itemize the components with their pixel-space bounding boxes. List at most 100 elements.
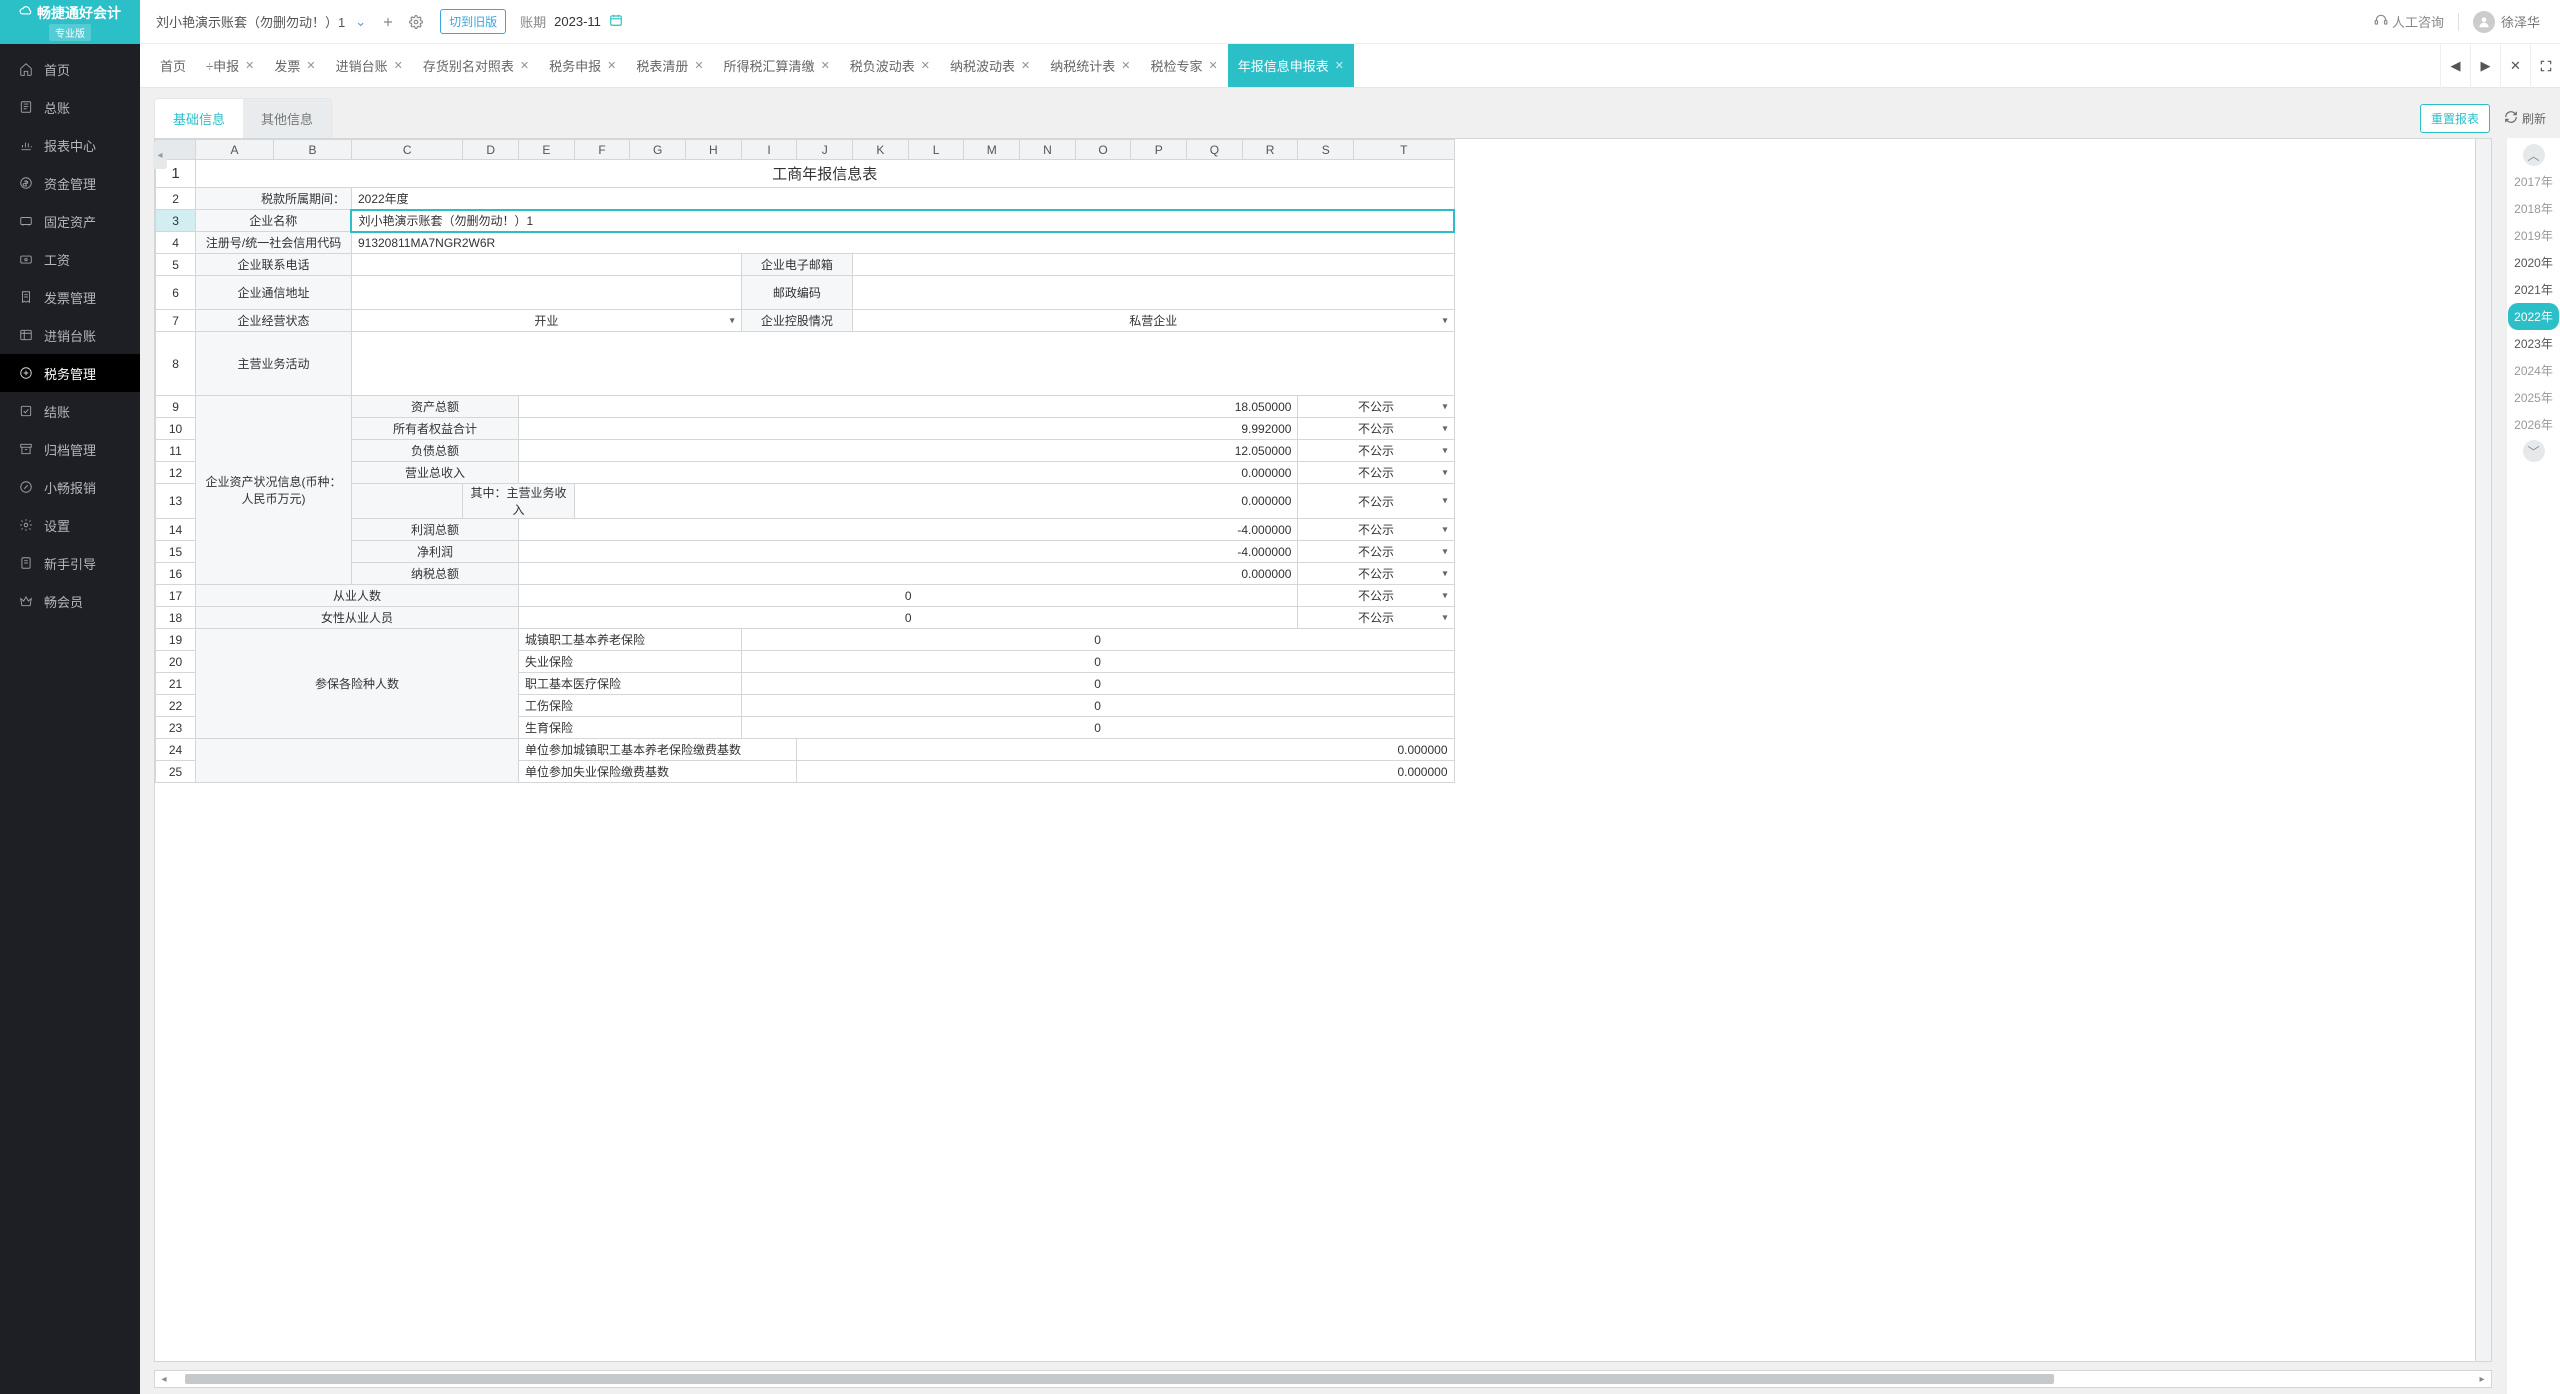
cell-value[interactable] — [351, 332, 1454, 396]
year-up-button[interactable]: ︿ — [2523, 144, 2545, 166]
dropdown-cell[interactable]: 不公示 — [1298, 396, 1454, 418]
year-item[interactable]: 2022年 — [2508, 303, 2559, 330]
column-header[interactable]: B — [274, 140, 352, 160]
fullscreen-icon[interactable] — [2530, 44, 2560, 88]
user-menu[interactable]: 徐泽华 — [2473, 11, 2540, 33]
cell-value[interactable]: 0 — [741, 695, 1454, 717]
gear-icon[interactable] — [406, 12, 426, 32]
year-item[interactable]: 2020年 — [2508, 249, 2559, 276]
dropdown-cell[interactable]: 不公示 — [1298, 607, 1454, 629]
scroll-left-icon[interactable]: ◂ — [155, 1374, 173, 1385]
cell-value[interactable]: 0 — [741, 673, 1454, 695]
row-number[interactable]: 16 — [156, 563, 196, 585]
year-item[interactable]: 2023年 — [2508, 330, 2559, 357]
cell-value[interactable]: 0.000000 — [519, 462, 1298, 484]
cell-value[interactable]: 2022年度 — [351, 188, 1454, 210]
column-header[interactable]: C — [351, 140, 462, 160]
dropdown-cell[interactable]: 私营企业 — [853, 310, 1454, 332]
row-number[interactable]: 25 — [156, 761, 196, 783]
column-header[interactable]: E — [519, 140, 575, 160]
cell-value[interactable]: 12.050000 — [519, 440, 1298, 462]
cell-value[interactable]: 0.000000 — [519, 563, 1298, 585]
tab[interactable]: 首页 — [150, 44, 196, 87]
row-number[interactable]: 19 — [156, 629, 196, 651]
tab[interactable]: 存货别名对照表✕ — [413, 44, 539, 87]
cell-value[interactable]: -4.000000 — [519, 541, 1298, 563]
sidebar-item-fund[interactable]: 资金管理 — [0, 164, 140, 202]
row-number[interactable]: 15 — [156, 541, 196, 563]
column-header[interactable]: T — [1354, 140, 1454, 160]
tab[interactable]: 发票✕ — [264, 44, 325, 87]
sidebar-item-settings[interactable]: 设置 — [0, 506, 140, 544]
row-number[interactable]: 9 — [156, 396, 196, 418]
sidebar-item-close[interactable]: 结账 — [0, 392, 140, 430]
dropdown-cell[interactable]: 不公示 — [1298, 585, 1454, 607]
spreadsheet[interactable]: ABCDEFGHIJKLMNOPQRST1工商年报信息表2税款所属期间：2022… — [154, 138, 2492, 1362]
cell-value[interactable] — [853, 276, 1454, 310]
close-icon[interactable]: ✕ — [394, 59, 403, 72]
column-header[interactable]: M — [964, 140, 1020, 160]
row-number[interactable]: 2 — [156, 188, 196, 210]
scrollbar-thumb[interactable] — [185, 1374, 2054, 1384]
cell-value[interactable]: 0.000000 — [574, 484, 1298, 519]
cell-value[interactable]: 0 — [741, 651, 1454, 673]
column-header[interactable]: A — [196, 140, 274, 160]
horizontal-scrollbar[interactable]: ◂ ▸ — [154, 1370, 2492, 1388]
dropdown-cell[interactable]: 不公示 — [1298, 541, 1454, 563]
row-number[interactable]: 17 — [156, 585, 196, 607]
column-header[interactable]: I — [741, 140, 797, 160]
column-header[interactable]: H — [686, 140, 742, 160]
column-header[interactable]: Q — [1187, 140, 1243, 160]
cell-value[interactable]: 0 — [519, 585, 1298, 607]
sidebar-item-salary[interactable]: 工资 — [0, 240, 140, 278]
cell-value[interactable]: 0.000000 — [797, 739, 1454, 761]
cell-value[interactable]: 0 — [741, 717, 1454, 739]
row-number[interactable]: 14 — [156, 519, 196, 541]
cell-value[interactable] — [351, 254, 741, 276]
reset-report-button[interactable]: 重置报表 — [2420, 104, 2490, 133]
tab[interactable]: 进销台账✕ — [326, 44, 413, 87]
close-icon[interactable]: ✕ — [607, 59, 616, 72]
row-number[interactable]: 21 — [156, 673, 196, 695]
dropdown-cell[interactable]: 不公示 — [1298, 519, 1454, 541]
sidebar-item-reimburse[interactable]: 小畅报销 — [0, 468, 140, 506]
column-header[interactable]: D — [463, 140, 519, 160]
sidebar-item-tax[interactable]: 税务管理 — [0, 354, 140, 392]
sidebar-item-vip[interactable]: 畅会员 — [0, 582, 140, 620]
dropdown-cell[interactable]: 不公示 — [1298, 563, 1454, 585]
tabs-close-all-button[interactable]: ✕ — [2500, 44, 2530, 88]
row-number[interactable]: 6 — [156, 276, 196, 310]
cell-value[interactable]: 9.992000 — [519, 418, 1298, 440]
sidebar-item-archive[interactable]: 归档管理 — [0, 430, 140, 468]
row-number[interactable]: 12 — [156, 462, 196, 484]
cell-value[interactable]: 0 — [519, 607, 1298, 629]
close-icon[interactable]: ✕ — [694, 59, 703, 72]
sidebar-item-asset[interactable]: 固定资产 — [0, 202, 140, 240]
row-number[interactable]: 20 — [156, 651, 196, 673]
close-icon[interactable]: ✕ — [245, 59, 254, 72]
sub-tab[interactable]: 其他信息 — [243, 99, 331, 138]
column-header[interactable]: R — [1242, 140, 1298, 160]
column-header[interactable]: P — [1131, 140, 1187, 160]
tab[interactable]: 税表清册✕ — [626, 44, 713, 87]
close-icon[interactable]: ✕ — [1021, 59, 1030, 72]
vertical-scrollbar[interactable] — [2475, 139, 2491, 1361]
sidebar-item-chart[interactable]: 报表中心 — [0, 126, 140, 164]
tab[interactable]: 税务申报✕ — [539, 44, 626, 87]
sidebar-item-invoice[interactable]: 发票管理 — [0, 278, 140, 316]
column-header[interactable]: J — [797, 140, 853, 160]
cell-value[interactable]: 18.050000 — [519, 396, 1298, 418]
row-number[interactable]: 22 — [156, 695, 196, 717]
year-down-button[interactable]: ﹀ — [2523, 440, 2545, 462]
cell-value[interactable]: -4.000000 — [519, 519, 1298, 541]
dropdown-cell[interactable]: 不公示 — [1298, 484, 1454, 519]
sidebar-item-home[interactable]: 首页 — [0, 50, 140, 88]
row-number[interactable]: 4 — [156, 232, 196, 254]
period-selector[interactable]: 账期 2023-11 — [520, 12, 623, 31]
switch-old-version-button[interactable]: 切到旧版 — [440, 9, 506, 34]
column-header[interactable]: N — [1020, 140, 1076, 160]
sidebar-item-guide[interactable]: 新手引导 — [0, 544, 140, 582]
sidebar-item-inout[interactable]: 进销台账 — [0, 316, 140, 354]
column-header[interactable]: O — [1075, 140, 1131, 160]
tab[interactable]: 税检专家✕ — [1140, 44, 1227, 87]
